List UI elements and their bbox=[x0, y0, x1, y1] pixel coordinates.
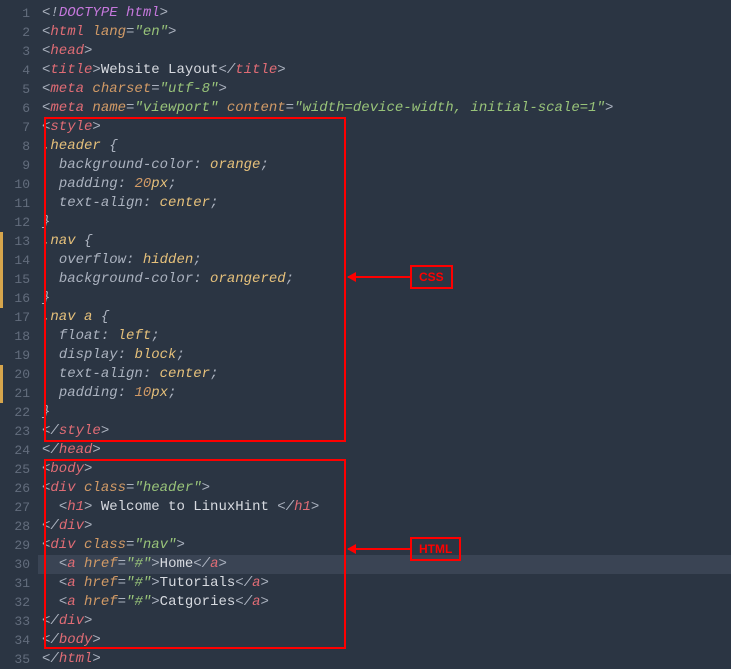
line-number: 28 bbox=[0, 517, 38, 536]
html-label: HTML bbox=[410, 537, 461, 561]
code-line[interactable]: .header { bbox=[38, 137, 731, 156]
code-line[interactable]: <meta charset="utf-8"> bbox=[38, 80, 731, 99]
line-number: 6 bbox=[0, 99, 38, 118]
line-number: 23 bbox=[0, 422, 38, 441]
line-number: 24 bbox=[0, 441, 38, 460]
line-number: 29 bbox=[0, 536, 38, 555]
line-number: 25 bbox=[0, 460, 38, 479]
code-line[interactable]: </style> bbox=[38, 422, 731, 441]
line-number: 19 bbox=[0, 346, 38, 365]
line-number: 31 bbox=[0, 574, 38, 593]
line-number: 11 bbox=[0, 194, 38, 213]
line-number: 33 bbox=[0, 612, 38, 631]
code-line[interactable]: padding: 20px; bbox=[38, 175, 731, 194]
line-number: 8 bbox=[0, 137, 38, 156]
code-line[interactable]: .nav a { bbox=[38, 308, 731, 327]
line-number: 15 bbox=[0, 270, 38, 289]
line-number: 18 bbox=[0, 327, 38, 346]
code-line[interactable]: } bbox=[38, 213, 731, 232]
code-line[interactable]: padding: 10px; bbox=[38, 384, 731, 403]
code-line[interactable]: <meta name="viewport" content="width=dev… bbox=[38, 99, 731, 118]
line-number: 32 bbox=[0, 593, 38, 612]
line-number: 4 bbox=[0, 61, 38, 80]
code-line[interactable]: <a href="#">Catgories</a> bbox=[38, 593, 731, 612]
line-number: 2 bbox=[0, 23, 38, 42]
code-line[interactable]: </body> bbox=[38, 631, 731, 650]
code-line[interactable]: <head> bbox=[38, 42, 731, 61]
code-line[interactable]: </div> bbox=[38, 612, 731, 631]
line-number: 13 bbox=[0, 232, 38, 251]
code-line[interactable]: <div class="nav"> bbox=[38, 536, 731, 555]
line-number: 27 bbox=[0, 498, 38, 517]
line-number: 22 bbox=[0, 403, 38, 422]
code-line[interactable]: } bbox=[38, 289, 731, 308]
line-number: 7 bbox=[0, 118, 38, 137]
line-number: 34 bbox=[0, 631, 38, 650]
code-line[interactable]: <div class="header"> bbox=[38, 479, 731, 498]
line-number: 12 bbox=[0, 213, 38, 232]
code-line[interactable]: <body> bbox=[38, 460, 731, 479]
code-line[interactable]: <h1> Welcome to LinuxHint </h1> bbox=[38, 498, 731, 517]
line-number: 26 bbox=[0, 479, 38, 498]
line-number: 21 bbox=[0, 384, 38, 403]
code-line[interactable]: .nav { bbox=[38, 232, 731, 251]
line-number: 35 bbox=[0, 650, 38, 669]
code-line[interactable]: <a href="#">Tutorials</a> bbox=[38, 574, 731, 593]
code-line[interactable]: text-align: center; bbox=[38, 194, 731, 213]
code-line[interactable]: <html lang="en"> bbox=[38, 23, 731, 42]
css-arrow bbox=[348, 276, 410, 278]
code-line[interactable]: float: left; bbox=[38, 327, 731, 346]
code-line[interactable]: </head> bbox=[38, 441, 731, 460]
code-line[interactable]: background-color: orangered; bbox=[38, 270, 731, 289]
line-number: 9 bbox=[0, 156, 38, 175]
line-number: 10 bbox=[0, 175, 38, 194]
code-line[interactable]: } bbox=[38, 403, 731, 422]
code-line[interactable]: background-color: orange; bbox=[38, 156, 731, 175]
code-line[interactable]: </div> bbox=[38, 517, 731, 536]
css-label: CSS bbox=[410, 265, 453, 289]
code-line[interactable]: display: block; bbox=[38, 346, 731, 365]
code-line[interactable]: <title>Website Layout</title> bbox=[38, 61, 731, 80]
line-number: 16 bbox=[0, 289, 38, 308]
code-line[interactable]: <!DOCTYPE html> bbox=[38, 4, 731, 23]
code-editor[interactable]: 1234567891011121314151617181920212223242… bbox=[0, 0, 731, 666]
html-arrow bbox=[348, 548, 410, 550]
line-number: 14 bbox=[0, 251, 38, 270]
code-line[interactable]: <a href="#">Home</a> bbox=[38, 555, 731, 574]
line-number: 3 bbox=[0, 42, 38, 61]
code-line[interactable]: overflow: hidden; bbox=[38, 251, 731, 270]
line-number: 30 bbox=[0, 555, 38, 574]
line-number-gutter: 1234567891011121314151617181920212223242… bbox=[0, 0, 38, 666]
line-number: 1 bbox=[0, 4, 38, 23]
line-number: 20 bbox=[0, 365, 38, 384]
line-number: 5 bbox=[0, 80, 38, 99]
code-line[interactable]: </html> bbox=[38, 650, 731, 669]
code-line[interactable]: text-align: center; bbox=[38, 365, 731, 384]
code-area[interactable]: CSS HTML <!DOCTYPE html><html lang="en">… bbox=[38, 0, 731, 666]
line-number: 17 bbox=[0, 308, 38, 327]
code-line[interactable]: <style> bbox=[38, 118, 731, 137]
